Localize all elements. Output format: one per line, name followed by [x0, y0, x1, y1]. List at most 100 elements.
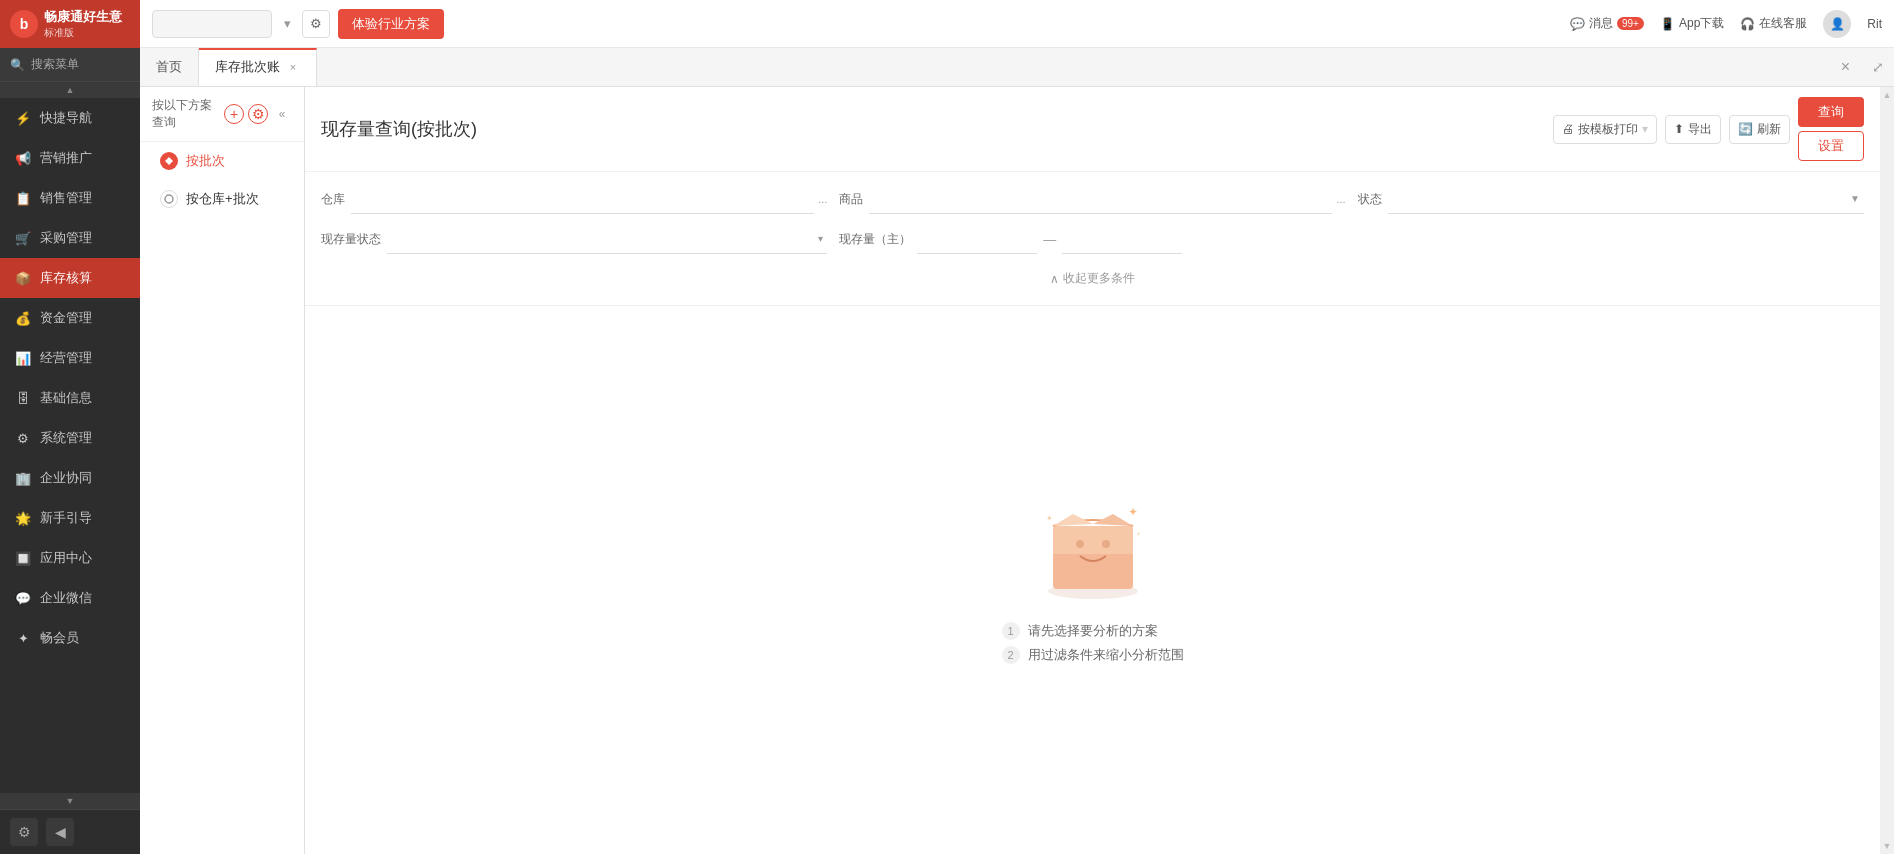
sales-label: 销售管理	[40, 189, 92, 207]
member-icon: ✦	[14, 629, 32, 647]
app-download-label: App下载	[1679, 15, 1724, 32]
sidebar-settings-btn[interactable]: ⚙	[10, 818, 38, 846]
product-more-btn[interactable]: ...	[1336, 193, 1345, 205]
tab-home[interactable]: 首页	[140, 48, 199, 86]
sidebar-item-purchase[interactable]: 🛒 采购管理	[0, 218, 140, 258]
quick-nav-icon: ⚡	[14, 109, 32, 127]
hint-num-2: 2	[1002, 646, 1020, 664]
scheme-panel-header: 按以下方案查询 + ⚙ «	[140, 87, 304, 142]
trial-btn[interactable]: 体验行业方案	[338, 9, 444, 39]
sidebar-scroll-down[interactable]: ▼	[0, 793, 140, 809]
topbar-search-input[interactable]	[152, 10, 272, 38]
svg-rect-3	[1053, 526, 1133, 554]
inventory-status-select[interactable]: ▾	[387, 224, 827, 254]
tab-active-label: 库存批次账	[215, 58, 280, 76]
hint-num-1: 1	[1002, 622, 1020, 640]
sidebar-item-quick-nav[interactable]: ⚡ 快捷导航	[0, 98, 140, 138]
online-service-icon: 🎧	[1740, 17, 1755, 31]
empty-illustration: ✦ ✦ ✦	[1028, 496, 1158, 606]
page-header-actions: 🖨 按模板打印 ▾ ⬆ 导出 🔄 刷新 查询 设置	[1553, 97, 1864, 161]
status-filter: 状态 ▼	[1358, 184, 1864, 214]
purchase-label: 采购管理	[40, 229, 92, 247]
main-content: ▾ ⚙ 体验行业方案 💬 消息 99+ 📱 App下载 🎧 在线客服 👤	[140, 0, 1894, 854]
sidebar-item-system[interactable]: ⚙ 系统管理	[0, 418, 140, 458]
collapse-more-btn[interactable]: ∧ 收起更多条件	[321, 264, 1864, 293]
expand-btn[interactable]: ⤢	[1862, 59, 1894, 75]
refresh-icon: 🔄	[1738, 122, 1753, 136]
sidebar-scroll-up[interactable]: ▲	[0, 82, 140, 98]
svg-point-5	[1102, 540, 1110, 548]
collapse-up-icon: ∧	[1050, 272, 1059, 286]
message-label: 消息	[1589, 15, 1613, 32]
scheme-item-batch[interactable]: 按批次	[140, 142, 304, 180]
tab-close-btn[interactable]: ×	[286, 60, 300, 74]
inventory-qty-min[interactable]	[917, 224, 1037, 254]
app-version: 标准版	[44, 26, 122, 39]
basic-label: 基础信息	[40, 389, 92, 407]
sidebar-item-enterprise[interactable]: 🏢 企业协同	[0, 458, 140, 498]
app-name: 畅康通好生意	[44, 9, 122, 26]
sidebar-item-apps[interactable]: 🔲 应用中心	[0, 538, 140, 578]
scheme-add-btn[interactable]: +	[224, 104, 244, 124]
settings-icon: ⚙	[18, 824, 31, 840]
user-avatar[interactable]: 👤	[1823, 10, 1851, 38]
app-title-area: 畅康通好生意 标准版	[44, 9, 122, 39]
filter-settings-btn[interactable]: 设置	[1798, 131, 1864, 161]
panel-close-btn[interactable]: ×	[1829, 58, 1862, 76]
topbar-gear-btn[interactable]: ⚙	[302, 10, 330, 38]
warehouse-more-btn[interactable]: ...	[818, 193, 827, 205]
business-label: 经营管理	[40, 349, 92, 367]
sidebar-item-wechat[interactable]: 💬 企业微信	[0, 578, 140, 618]
rsb-up-btn[interactable]: ▲	[1880, 87, 1894, 103]
sidebar-header: b 畅康通好生意 标准版	[0, 0, 140, 48]
sidebar-item-basic[interactable]: 🗄 基础信息	[0, 378, 140, 418]
inventory-qty-max[interactable]	[1062, 224, 1182, 254]
app-download-btn[interactable]: 📱 App下载	[1660, 15, 1724, 32]
user-name[interactable]: Rit	[1867, 17, 1882, 31]
product-input[interactable]	[869, 184, 1332, 214]
inventory-label: 库存核算	[40, 269, 92, 287]
finance-icon: 💰	[14, 309, 32, 327]
tab-home-label: 首页	[156, 58, 182, 76]
message-btn[interactable]: 💬 消息 99+	[1570, 15, 1644, 32]
sidebar-collapse-btn[interactable]: ◀	[46, 818, 74, 846]
export-icon: ⬆	[1674, 122, 1684, 136]
svg-rect-2	[1053, 551, 1133, 589]
svg-text:✦: ✦	[1136, 531, 1141, 537]
query-btn[interactable]: 查询	[1798, 97, 1864, 127]
sidebar-item-member[interactable]: ✦ 畅会员	[0, 618, 140, 658]
purchase-icon: 🛒	[14, 229, 32, 247]
sidebar-item-inventory[interactable]: 📦 库存核算	[0, 258, 140, 298]
topbar-dropdown-btn[interactable]: ▾	[276, 13, 298, 35]
scheme-collapse-btn[interactable]: «	[272, 104, 292, 124]
hint-item-1: 1 请先选择要分析的方案	[1002, 622, 1184, 640]
refresh-btn[interactable]: 🔄 刷新	[1729, 115, 1790, 144]
sidebar-item-business[interactable]: 📊 经营管理	[0, 338, 140, 378]
print-btn[interactable]: 🖨 按模板打印 ▾	[1553, 115, 1657, 144]
business-icon: 📊	[14, 349, 32, 367]
export-btn[interactable]: ⬆ 导出	[1665, 115, 1721, 144]
collapse-icon: ◀	[55, 824, 66, 840]
rsb-down-btn[interactable]: ▼	[1880, 838, 1894, 854]
sidebar-item-finance[interactable]: 💰 资金管理	[0, 298, 140, 338]
sidebar-item-sales[interactable]: 📋 销售管理	[0, 178, 140, 218]
sidebar-item-newbie[interactable]: 🌟 新手引导	[0, 498, 140, 538]
message-badge: 99+	[1617, 17, 1644, 30]
inventory-status-label: 现存量状态	[321, 231, 381, 248]
right-area: 现存量查询(按批次) 🖨 按模板打印 ▾ ⬆ 导出 🔄 刷新	[305, 87, 1880, 854]
scheme-settings-btn[interactable]: ⚙	[248, 104, 268, 124]
scheme-batch-label: 按批次	[186, 152, 225, 170]
scheme-item-warehouse-batch[interactable]: 按仓库+批次	[140, 180, 304, 218]
sidebar-search[interactable]: 🔍 搜索菜单	[0, 48, 140, 82]
online-service-btn[interactable]: 🎧 在线客服	[1740, 15, 1807, 32]
right-scrollbar: ▲ ▼	[1880, 87, 1894, 854]
warehouse-input[interactable]	[351, 184, 814, 214]
status-select[interactable]: ▼	[1388, 184, 1864, 214]
tab-inventory-batch[interactable]: 库存批次账 ×	[199, 48, 317, 86]
svg-point-0	[165, 195, 173, 203]
sidebar-item-marketing[interactable]: 📢 营销推广	[0, 138, 140, 178]
filter-row-1: 仓库 ... 商品 ... 状态 ▼	[321, 184, 1864, 214]
marketing-label: 营销推广	[40, 149, 92, 167]
warehouse-label: 仓库	[321, 191, 345, 208]
marketing-icon: 📢	[14, 149, 32, 167]
